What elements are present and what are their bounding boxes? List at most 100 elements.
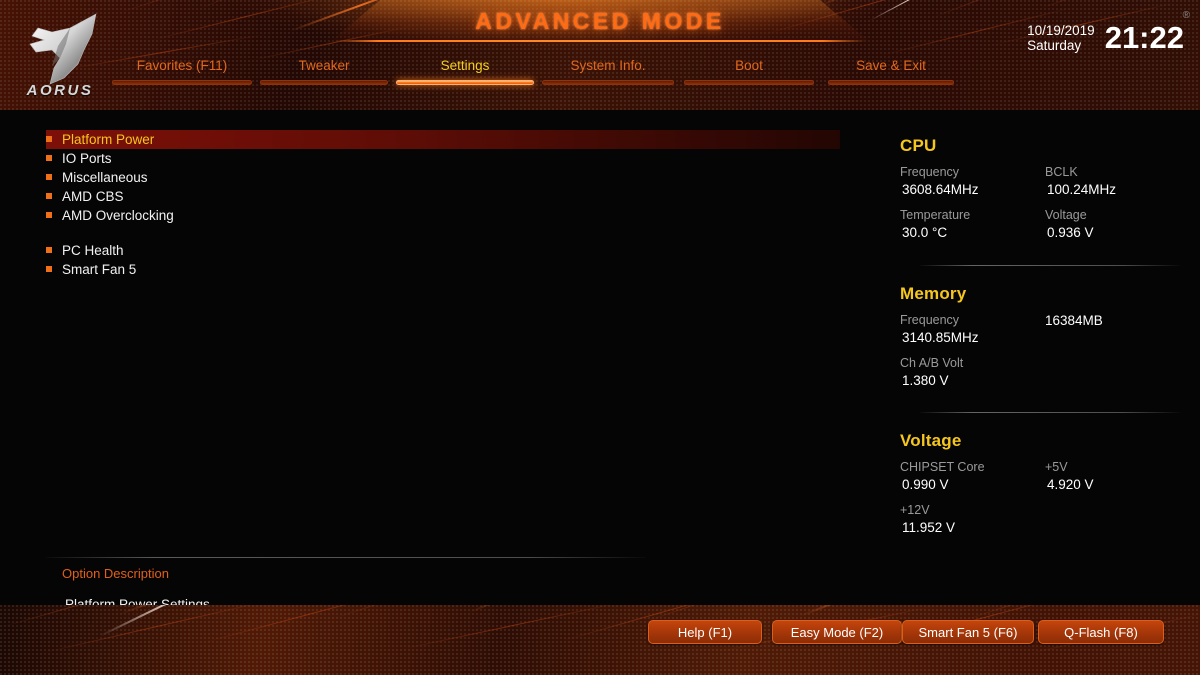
menu-item-io-ports[interactable]: IO Ports <box>46 149 846 168</box>
datetime-display: 10/19/2019 Saturday 21:22 <box>1027 22 1184 53</box>
option-description-title: Option Description <box>62 566 169 581</box>
streak-line <box>1039 0 1164 9</box>
tab-save-exit[interactable]: Save & Exit <box>828 58 954 85</box>
menu-item-pc-health[interactable]: PC Health <box>46 241 846 260</box>
streak-line <box>819 0 958 7</box>
info-row: Frequency 3140.85MHz 16384MB <box>900 312 1200 347</box>
function-button-bar: Help (F1) Easy Mode (F2) Smart Fan 5 (F6) Q… <box>0 620 1200 644</box>
info-row: CHIPSET Core 0.990 V +5V 4.920 V <box>900 459 1200 494</box>
tab-boot[interactable]: Boot <box>684 58 814 85</box>
info-key: +5V <box>1045 460 1068 474</box>
header-bar: ADVANCED MODE AORUS ® 10/19/2019 Saturda… <box>0 0 1200 110</box>
info-value: 4.920 V <box>1047 477 1094 492</box>
menu-item-smart-fan-5[interactable]: Smart Fan 5 <box>46 260 846 279</box>
hardware-info-panel: CPU Frequency 3608.64MHz BCLK 100.24MHz Tempe… <box>900 110 1200 605</box>
info-cell: Ch A/B Volt 1.380 V <box>900 355 1045 390</box>
streak-line <box>329 605 521 620</box>
tab-underline <box>112 80 252 85</box>
tab-underline <box>396 80 534 85</box>
menu-group-separator <box>46 225 846 241</box>
info-value: 3140.85MHz <box>902 330 979 345</box>
menu-item-amd-overclocking[interactable]: AMD Overclocking <box>46 206 846 225</box>
info-section-voltage: Voltage CHIPSET Core 0.990 V +5V 4.920 V +12V… <box>900 431 1200 537</box>
menu-item-label: Platform Power <box>62 132 155 147</box>
info-key: Frequency <box>900 165 960 179</box>
bullet-square-icon <box>46 193 52 199</box>
info-key: +12V <box>900 503 930 517</box>
bullet-square-icon <box>46 266 52 272</box>
streak-line <box>869 0 950 21</box>
info-key: CHIPSET Core <box>900 460 985 474</box>
footer-button-q-flash-f8[interactable]: Q-Flash (F8) <box>1038 620 1164 644</box>
bios-screen: ADVANCED MODE AORUS ® 10/19/2019 Saturda… <box>0 0 1200 675</box>
bullet-square-icon <box>46 247 52 253</box>
info-cell: BCLK 100.24MHz <box>1045 164 1190 199</box>
info-cell <box>1045 502 1190 537</box>
menu-item-label: AMD Overclocking <box>62 208 174 223</box>
info-cell: CHIPSET Core 0.990 V <box>900 459 1045 494</box>
footer-button-help-f1[interactable]: Help (F1) <box>648 620 762 644</box>
info-cell: +5V 4.920 V <box>1045 459 1190 494</box>
settings-menu-list: Platform Power IO Ports Miscellaneous AMD C… <box>46 130 846 279</box>
info-value: 11.952 V <box>902 520 956 535</box>
date-value: 10/19/2019 <box>1027 22 1095 38</box>
tab-label: Save & Exit <box>856 58 926 73</box>
footer-button-smart-fan-5-f6[interactable]: Smart Fan 5 (F6) <box>902 620 1034 644</box>
info-key: Frequency <box>900 313 960 327</box>
info-cell: +12V 11.952 V <box>900 502 1045 537</box>
info-cell: 16384MB <box>1045 312 1190 347</box>
info-value: 16384MB <box>1045 313 1103 328</box>
info-value: 30.0 °C <box>902 225 948 240</box>
info-row: Frequency 3608.64MHz BCLK 100.24MHz <box>900 164 1200 199</box>
main-tab-bar: Favorites (F11) Tweaker Settings System Inf… <box>0 58 1200 93</box>
menu-item-miscellaneous[interactable]: Miscellaneous <box>46 168 846 187</box>
info-key: Temperature <box>900 208 971 222</box>
tab-label: Favorites (F11) <box>136 58 228 73</box>
tab-tweaker[interactable]: Tweaker <box>260 58 388 85</box>
info-cell: Frequency 3608.64MHz <box>900 164 1045 199</box>
weekday-value: Saturday <box>1027 37 1082 53</box>
footer-button-easy-mode-f2[interactable]: Easy Mode (F2) <box>772 620 902 644</box>
menu-item-label: Smart Fan 5 <box>62 262 137 277</box>
info-value: 1.380 V <box>902 373 949 388</box>
info-row: Ch A/B Volt 1.380 V <box>900 355 1200 390</box>
info-cell: Voltage 0.936 V <box>1045 207 1190 242</box>
tab-label: Boot <box>735 58 763 73</box>
footer-bar: Help (F1) Easy Mode (F2) Smart Fan 5 (F6) Q… <box>0 605 1200 675</box>
advanced-mode-title: ADVANCED MODE <box>475 7 725 34</box>
menu-item-label: IO Ports <box>62 151 112 166</box>
tab-settings[interactable]: Settings <box>396 58 534 85</box>
menu-item-label: PC Health <box>62 243 124 258</box>
time-value: 21:22 <box>1104 20 1184 55</box>
info-row: +12V 11.952 V <box>900 502 1200 537</box>
menu-item-platform-power[interactable]: Platform Power <box>46 130 840 149</box>
tab-system-info[interactable]: System Info. <box>542 58 674 85</box>
streak-line <box>469 605 628 613</box>
info-section-title: CPU <box>900 136 937 155</box>
bullet-square-icon <box>46 174 52 180</box>
streak-line <box>119 605 290 615</box>
info-value: 0.990 V <box>902 477 949 492</box>
menu-item-amd-cbs[interactable]: AMD CBS <box>46 187 846 206</box>
tab-favorites-f11[interactable]: Favorites (F11) <box>112 58 252 85</box>
tab-label: Tweaker <box>298 58 350 73</box>
info-section-divider <box>920 412 1180 413</box>
tab-label: Settings <box>440 58 490 73</box>
info-cell: Frequency 3140.85MHz <box>900 312 1045 347</box>
info-section-cpu: CPU Frequency 3608.64MHz BCLK 100.24MHz Tempe… <box>900 136 1200 242</box>
streak-line <box>799 605 969 617</box>
info-key: Ch A/B Volt <box>900 356 964 370</box>
tab-underline <box>684 80 814 85</box>
tab-underline <box>828 80 954 85</box>
streak-line <box>149 0 345 41</box>
tab-underline <box>542 80 674 85</box>
info-row: Temperature 30.0 °C Voltage 0.936 V <box>900 207 1200 242</box>
info-section-divider <box>920 265 1180 266</box>
info-section-title: Voltage <box>900 431 962 450</box>
bullet-square-icon <box>46 155 52 161</box>
info-value: 100.24MHz <box>1047 182 1117 197</box>
advanced-mode-banner-textwrap: ADVANCED MODE <box>330 0 870 42</box>
tab-underline <box>260 80 388 85</box>
option-description-divider <box>46 557 646 558</box>
bullet-square-icon <box>46 212 52 218</box>
